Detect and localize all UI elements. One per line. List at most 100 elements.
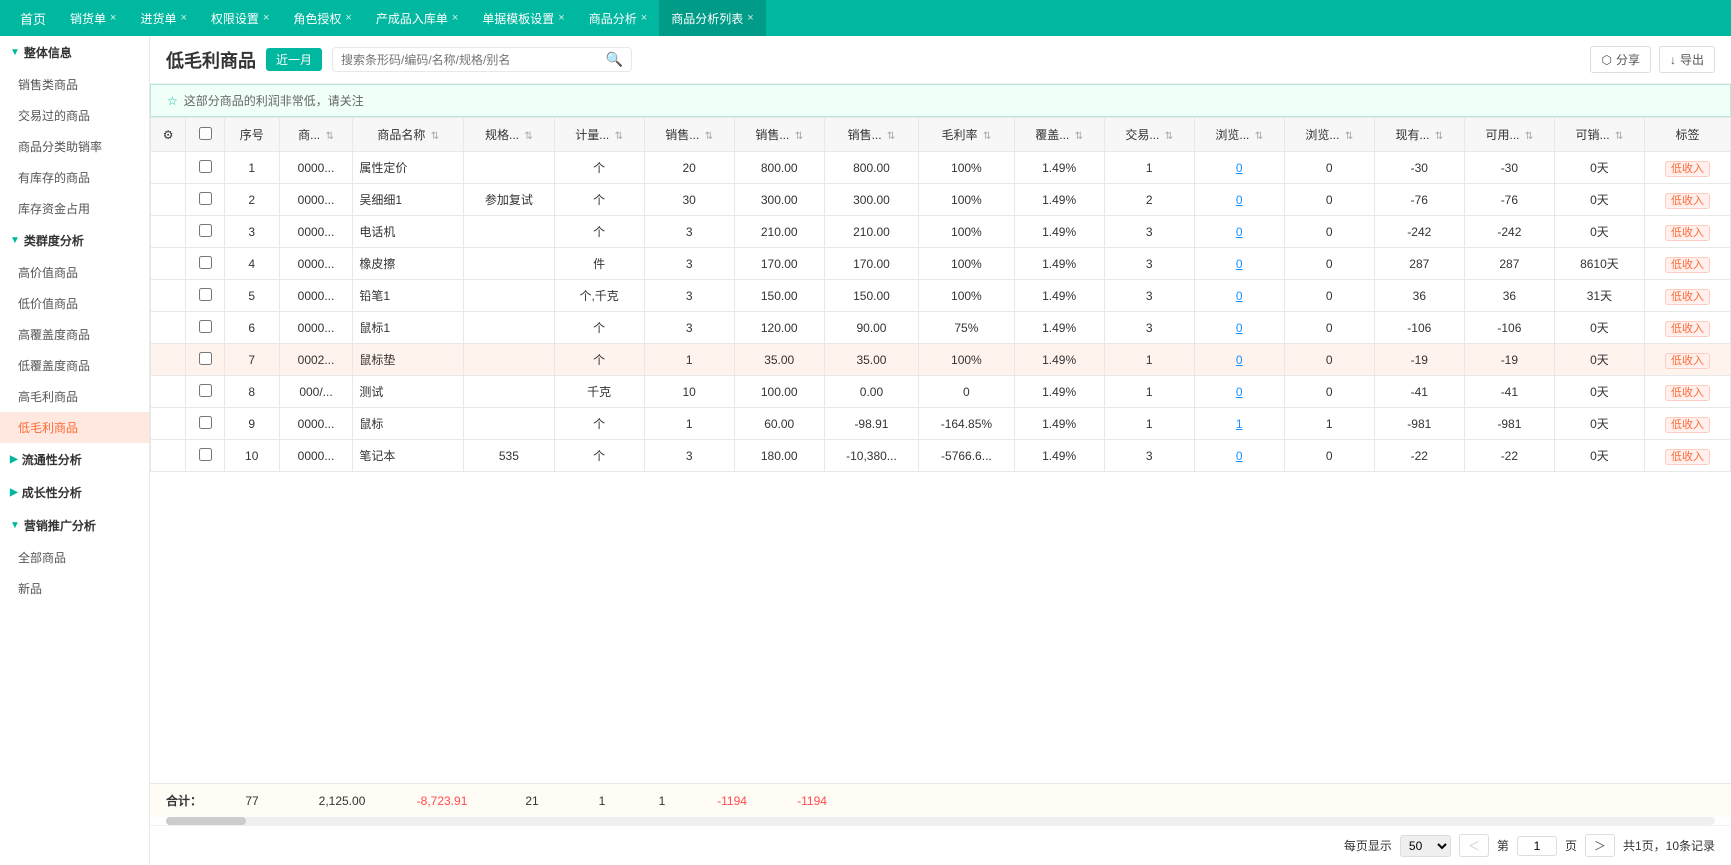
col-views1[interactable]: 浏览... ⇅ [1194, 118, 1284, 152]
sidebar-item-all-goods[interactable]: 全部商品 [0, 542, 149, 573]
nav-role-auth[interactable]: 角色授权 × [281, 0, 363, 36]
row-check-6[interactable] [199, 352, 212, 365]
next-page-button[interactable]: ＞ [1585, 834, 1615, 857]
col-transactions[interactable]: 交易... ⇅ [1104, 118, 1194, 152]
row-checkbox[interactable] [186, 280, 225, 312]
col-spec[interactable]: 规格... ⇅ [464, 118, 554, 152]
sidebar-item-low-margin[interactable]: 低毛利商品 [0, 412, 149, 443]
close-template-icon[interactable]: × [558, 12, 564, 24]
row-views1[interactable]: 0 [1194, 216, 1284, 248]
scrollbar-thumb[interactable] [166, 817, 246, 825]
horizontal-scrollbar[interactable] [166, 817, 1715, 825]
row-coverage: 1.49% [1014, 152, 1104, 184]
row-views1[interactable]: 0 [1194, 376, 1284, 408]
sidebar-item-low-value[interactable]: 低价值商品 [0, 288, 149, 319]
sidebar-item-low-coverage[interactable]: 低覆盖度商品 [0, 350, 149, 381]
col-sales-qty[interactable]: 销售... ⇅ [644, 118, 734, 152]
row-check-2[interactable] [199, 224, 212, 237]
col-code[interactable]: 商... ⇅ [279, 118, 353, 152]
select-all-checkbox[interactable] [199, 127, 212, 140]
date-filter-button[interactable]: 近一月 [266, 48, 322, 71]
col-unit[interactable]: 计量... ⇅ [554, 118, 644, 152]
sidebar-item-high-margin[interactable]: 高毛利商品 [0, 381, 149, 412]
sidebar-item-high-value[interactable]: 高价值商品 [0, 257, 149, 288]
pagination-bar: 每页显示 50 100 200 ＜ 第 页 ＞ 共1页，10条记录 [150, 825, 1731, 865]
prev-page-button[interactable]: ＜ [1459, 834, 1489, 857]
close-analysis-list-icon[interactable]: × [747, 12, 753, 24]
nav-home[interactable]: 首页 [8, 0, 58, 36]
row-views1[interactable]: 0 [1194, 312, 1284, 344]
per-page-select[interactable]: 50 100 200 [1400, 835, 1451, 857]
nav-product-analysis-list[interactable]: 商品分析列表 × [659, 0, 765, 36]
row-checkbox[interactable] [186, 216, 225, 248]
row-checkbox[interactable] [186, 184, 225, 216]
page-number-input[interactable] [1517, 836, 1557, 856]
share-button[interactable]: ⬡ 分享 [1590, 46, 1651, 73]
sidebar-item-high-coverage[interactable]: 高覆盖度商品 [0, 319, 149, 350]
nav-permissions[interactable]: 权限设置 × [199, 0, 281, 36]
row-views1[interactable]: 0 [1194, 248, 1284, 280]
sidebar-item-traded-goods[interactable]: 交易过的商品 [0, 100, 149, 131]
close-analysis-icon[interactable]: × [641, 12, 647, 24]
nav-purchase-order[interactable]: 进货单 × [128, 0, 198, 36]
sidebar-item-new-goods[interactable]: 新品 [0, 573, 149, 604]
col-current-stock[interactable]: 现有... ⇅ [1374, 118, 1464, 152]
col-coverage[interactable]: 覆盖... ⇅ [1014, 118, 1104, 152]
row-check-7[interactable] [199, 384, 212, 397]
sidebar-section-cluster[interactable]: ▼ 类群度分析 [0, 224, 149, 257]
row-check-9[interactable] [199, 448, 212, 461]
row-check-1[interactable] [199, 192, 212, 205]
row-views1[interactable]: 1 [1194, 408, 1284, 440]
row-check-0[interactable] [199, 160, 212, 173]
row-checkbox[interactable] [186, 312, 225, 344]
close-permissions-icon[interactable]: × [263, 12, 269, 24]
close-role-icon[interactable]: × [345, 12, 351, 24]
sidebar-item-in-stock[interactable]: 有库存的商品 [0, 162, 149, 193]
sidebar-section-marketing[interactable]: ▼ 营销推广分析 [0, 509, 149, 542]
sidebar-item-capital[interactable]: 库存资金占用 [0, 193, 149, 224]
col-settings[interactable]: ⚙ [151, 118, 186, 152]
table-container[interactable]: ⚙ 序号 商... ⇅ 商品名称 ⇅ 规格... ⇅ 计量... ⇅ 销售...… [150, 117, 1731, 783]
footer-transactions: 21 [502, 794, 562, 808]
row-checkbox[interactable] [186, 376, 225, 408]
nav-product-analysis[interactable]: 商品分析 × [577, 0, 659, 36]
sidebar-section-overall[interactable]: ▼ 整体信息 [0, 36, 149, 69]
row-checkbox[interactable] [186, 152, 225, 184]
col-checkbox[interactable] [186, 118, 225, 152]
row-checkbox[interactable] [186, 344, 225, 376]
row-check-8[interactable] [199, 416, 212, 429]
col-sellable-days[interactable]: 可销... ⇅ [1554, 118, 1644, 152]
row-checkbox[interactable] [186, 408, 225, 440]
close-purchase-icon[interactable]: × [180, 12, 186, 24]
row-views1[interactable]: 0 [1194, 184, 1284, 216]
row-views1[interactable]: 0 [1194, 440, 1284, 472]
row-checkbox[interactable] [186, 248, 225, 280]
table-row: 9 0000... 鼠标 个 1 60.00 -98.91 -164.85% 1… [151, 408, 1731, 440]
export-button[interactable]: ↓ 导出 [1659, 46, 1715, 73]
row-views1[interactable]: 0 [1194, 280, 1284, 312]
col-name[interactable]: 商品名称 ⇅ [353, 118, 464, 152]
nav-sales-order[interactable]: 销货单 × [58, 0, 128, 36]
search-input[interactable] [341, 53, 606, 67]
notice-text: 这部分商品的利润非常低，请关注 [184, 92, 364, 109]
sidebar-section-growth[interactable]: ▶ 成长性分析 [0, 476, 149, 509]
col-available[interactable]: 可用... ⇅ [1464, 118, 1554, 152]
row-check-4[interactable] [199, 288, 212, 301]
row-check-3[interactable] [199, 256, 212, 269]
row-views1[interactable]: 0 [1194, 152, 1284, 184]
col-gross-margin[interactable]: 毛利率 ⇅ [919, 118, 1014, 152]
row-check-5[interactable] [199, 320, 212, 333]
close-sales-order-icon[interactable]: × [110, 12, 116, 24]
nav-product-entry[interactable]: 产成品入库单 × [364, 0, 470, 36]
row-checkbox[interactable] [186, 440, 225, 472]
sidebar-item-category-rate[interactable]: 商品分类助销率 [0, 131, 149, 162]
col-views2[interactable]: 浏览... ⇅ [1284, 118, 1374, 152]
col-sales-price[interactable]: 销售... ⇅ [734, 118, 824, 152]
close-product-entry-icon[interactable]: × [452, 12, 458, 24]
sidebar-item-sales-goods[interactable]: 销售类商品 [0, 69, 149, 100]
search-icon[interactable]: 🔍 [606, 51, 623, 68]
sidebar-section-flow[interactable]: ▶ 流通性分析 [0, 443, 149, 476]
col-sales-amount[interactable]: 销售... ⇅ [824, 118, 918, 152]
row-views1[interactable]: 0 [1194, 344, 1284, 376]
nav-template-settings[interactable]: 单据模板设置 × [470, 0, 576, 36]
